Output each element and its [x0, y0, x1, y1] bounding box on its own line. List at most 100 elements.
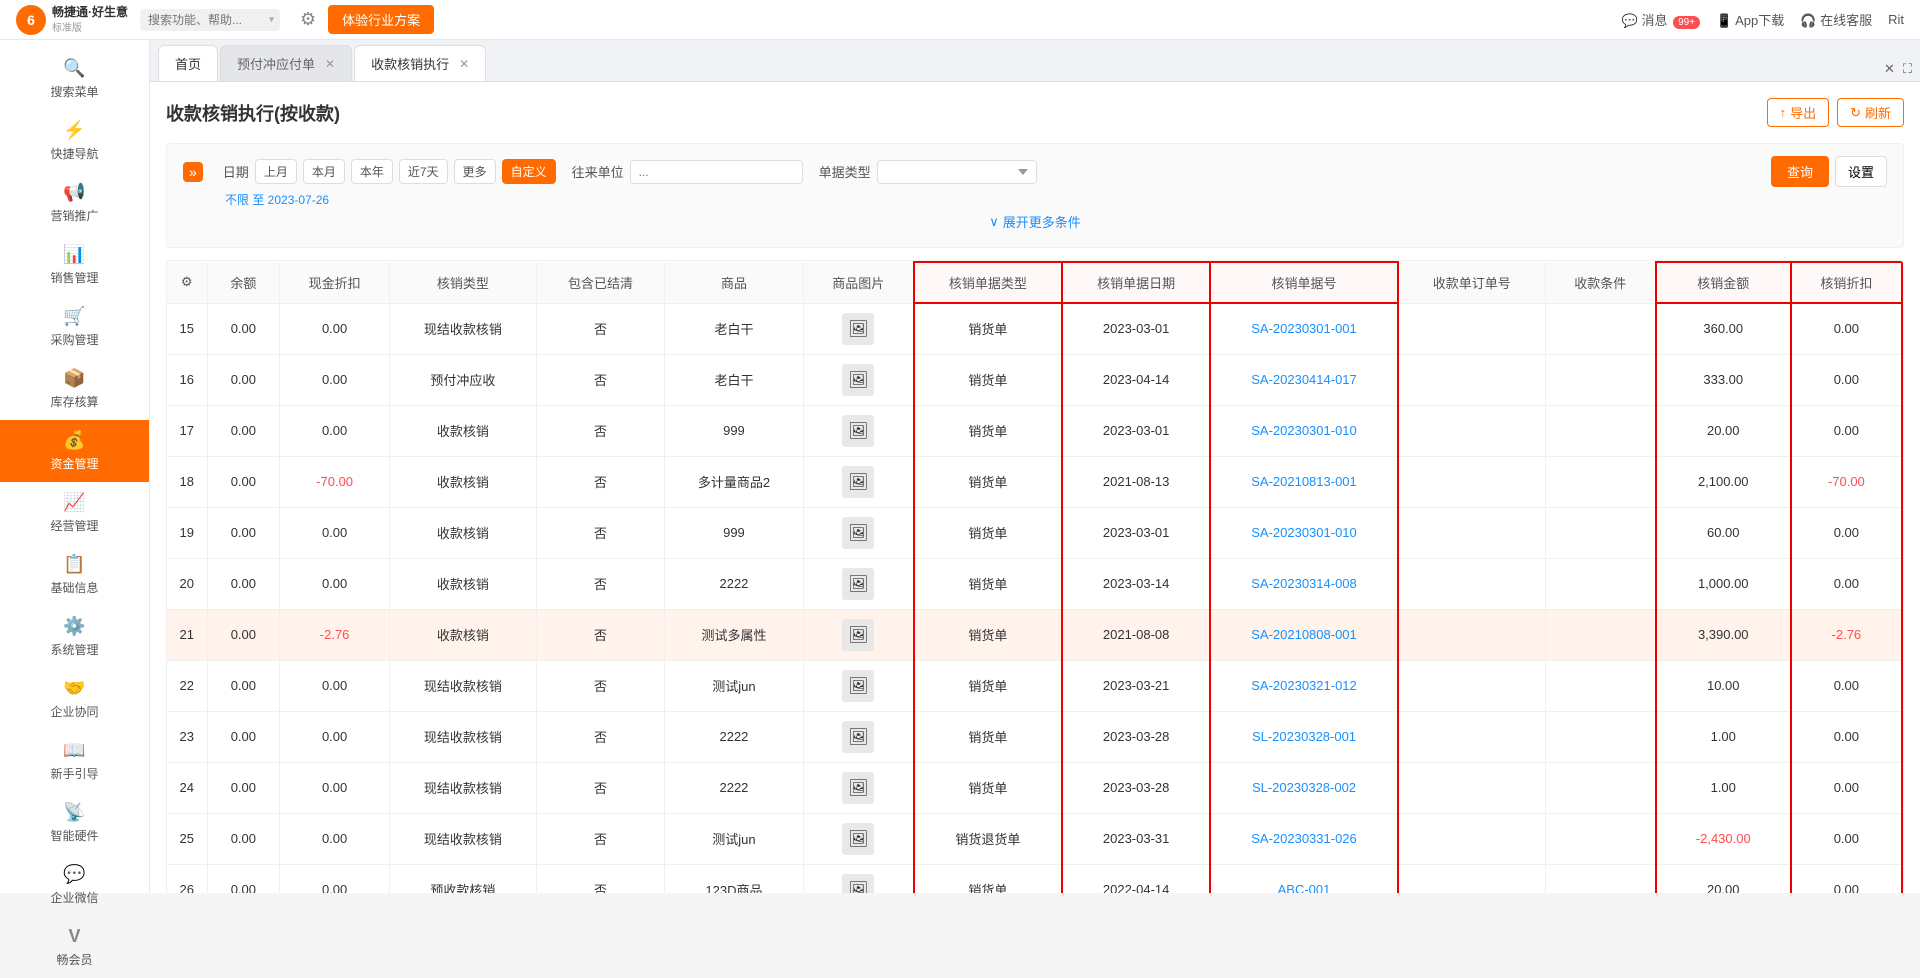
user-item[interactable]: Rit: [1888, 12, 1904, 27]
table-row: 25 0.00 0.00 现结收款核销 否 测试jun 🖼 销货退货单 2023…: [167, 813, 1902, 864]
bill-no-link[interactable]: SA-20230301-010: [1251, 525, 1357, 540]
th-bill-type[interactable]: 核销单据类型: [914, 262, 1062, 303]
sidebar-item-wechat[interactable]: 💬 企业微信: [0, 854, 149, 916]
bill-no-link[interactable]: ABC-001: [1278, 882, 1331, 893]
row-bill-no[interactable]: SA-20230414-017: [1210, 354, 1397, 405]
filter-action-btns: 查询 设置: [1771, 156, 1887, 187]
table-settings-icon[interactable]: ⚙: [181, 274, 193, 289]
row-verify-type: 现结收款核销: [390, 762, 537, 813]
base-icon: 📋: [63, 554, 85, 575]
row-bill-no[interactable]: SL-20230328-002: [1210, 762, 1397, 813]
sidebar-item-search[interactable]: 🔍 搜索菜单: [0, 48, 149, 110]
th-bill-date[interactable]: 核销单据日期: [1062, 262, 1210, 303]
top-search-input[interactable]: [140, 9, 280, 31]
expand-more-btn[interactable]: ∨ 展开更多条件: [989, 212, 1081, 231]
export-btn[interactable]: ↑ 导出: [1767, 98, 1830, 127]
sidebar-item-guide[interactable]: 📖 新手引导: [0, 730, 149, 792]
sidebar-item-operation[interactable]: 📈 经营管理: [0, 482, 149, 544]
tab-prepay[interactable]: 预付冲应付单 ✕: [220, 45, 352, 81]
date-btn-last-month[interactable]: 上月: [255, 159, 297, 184]
app-download-item[interactable]: 📱 App下载: [1716, 10, 1784, 29]
row-condition: [1545, 456, 1655, 507]
message-item[interactable]: 💬 消息 99+: [1622, 10, 1700, 29]
bill-no-link[interactable]: SA-20210813-001: [1251, 474, 1357, 489]
sidebar-item-inventory[interactable]: 📦 库存核算: [0, 358, 149, 420]
bill-no-link[interactable]: SA-20230301-001: [1251, 321, 1357, 336]
app-icon: 📱: [1716, 13, 1732, 28]
industry-btn[interactable]: 体验行业方案: [328, 5, 434, 34]
bill-no-link[interactable]: SL-20230328-001: [1252, 729, 1356, 744]
query-btn[interactable]: 查询: [1771, 156, 1829, 187]
bill-no-link[interactable]: SA-20230414-017: [1251, 372, 1357, 387]
bill-no-link[interactable]: SA-20230314-008: [1251, 576, 1357, 591]
row-bill-no[interactable]: SA-20230301-010: [1210, 405, 1397, 456]
th-discount[interactable]: 核销折扣: [1791, 262, 1902, 303]
th-bill-no[interactable]: 核销单据号: [1210, 262, 1397, 303]
sidebar-item-sales[interactable]: 📊 销售管理: [0, 234, 149, 296]
top-bar-left: 6 畅捷通·好生意 标准版 ▾ ⚙ 体验行业方案: [16, 5, 434, 35]
message-icon: 💬: [1622, 13, 1638, 28]
sidebar-item-collab[interactable]: 🤝 企业协同: [0, 668, 149, 730]
tab-expand-icon[interactable]: ⛶: [1903, 61, 1912, 77]
sidebar-item-shortcut[interactable]: ⚡ 快捷导航: [0, 110, 149, 172]
row-no: 22: [167, 660, 207, 711]
logo: 6 畅捷通·好生意 标准版: [16, 5, 128, 35]
row-no: 16: [167, 354, 207, 405]
bill-no-link[interactable]: SA-20210808-001: [1251, 627, 1357, 642]
tab-prepay-close-icon[interactable]: ✕: [325, 57, 335, 71]
row-goods: 123D商品: [665, 864, 804, 893]
table-row: 22 0.00 0.00 现结收款核销 否 测试jun 🖼 销货单 2023-0…: [167, 660, 1902, 711]
row-verify-type: 现结收款核销: [390, 813, 537, 864]
th-amount[interactable]: 核销金额: [1656, 262, 1791, 303]
setting-btn[interactable]: 设置: [1835, 156, 1887, 187]
app-download-label: App下载: [1735, 13, 1784, 28]
row-bill-no[interactable]: ABC-001: [1210, 864, 1397, 893]
sidebar-item-base[interactable]: 📋 基础信息: [0, 544, 149, 606]
tab-current-close-icon[interactable]: ✕: [459, 57, 469, 71]
bill-no-link[interactable]: SA-20230331-026: [1251, 831, 1357, 846]
row-no: 25: [167, 813, 207, 864]
partner-input[interactable]: [630, 160, 803, 184]
refresh-btn[interactable]: ↻ 刷新: [1837, 98, 1904, 127]
sidebar-item-vip[interactable]: V 畅会员: [0, 916, 149, 978]
row-order-no: [1398, 456, 1546, 507]
bill-no-link[interactable]: SL-20230328-002: [1252, 780, 1356, 795]
date-btn-this-year[interactable]: 本年: [351, 159, 393, 184]
bill-no-link[interactable]: SA-20230301-010: [1251, 423, 1357, 438]
row-cash-discount: 0.00: [280, 558, 390, 609]
row-order-no: [1398, 354, 1546, 405]
row-bill-no[interactable]: SA-20230331-026: [1210, 813, 1397, 864]
sidebar-item-purchase[interactable]: 🛒 采购管理: [0, 296, 149, 358]
row-included: 否: [536, 762, 664, 813]
sidebar-item-system[interactable]: ⚙️ 系统管理: [0, 606, 149, 668]
row-bill-no[interactable]: SA-20230314-008: [1210, 558, 1397, 609]
tab-home[interactable]: 首页: [158, 45, 218, 81]
date-btn-custom[interactable]: 自定义: [502, 159, 556, 184]
row-bill-no[interactable]: SA-20210813-001: [1210, 456, 1397, 507]
table-row: 16 0.00 0.00 预付冲应收 否 老白干 🖼 销货单 2023-04-1…: [167, 354, 1902, 405]
date-btn-more[interactable]: 更多: [454, 159, 496, 184]
sidebar-item-marketing[interactable]: 📢 营销推广: [0, 172, 149, 234]
sidebar-item-finance[interactable]: 💰 资金管理: [0, 420, 149, 482]
row-bill-no[interactable]: SA-20230301-010: [1210, 507, 1397, 558]
tab-current[interactable]: 收款核销执行 ✕: [354, 45, 486, 81]
tab-close-icon[interactable]: ✕: [1884, 61, 1895, 77]
bill-type-select[interactable]: [877, 160, 1037, 184]
row-bill-no[interactable]: SA-20230321-012: [1210, 660, 1397, 711]
row-bill-no[interactable]: SA-20210808-001: [1210, 609, 1397, 660]
date-btn-this-month[interactable]: 本月: [303, 159, 345, 184]
row-bill-no[interactable]: SL-20230328-001: [1210, 711, 1397, 762]
row-order-no: [1398, 558, 1546, 609]
sidebar-label-sales: 销售管理: [50, 269, 98, 286]
sidebar-item-hardware[interactable]: 📡 智能硬件: [0, 792, 149, 854]
th-settings: ⚙: [167, 262, 207, 303]
bill-no-link[interactable]: SA-20230321-012: [1251, 678, 1357, 693]
filter-expand-btn[interactable]: »: [183, 162, 203, 182]
sidebar-label-hardware: 智能硬件: [50, 827, 98, 844]
row-bill-no[interactable]: SA-20230301-001: [1210, 303, 1397, 354]
row-verify-type: 收款核销: [390, 558, 537, 609]
online-service-item[interactable]: 🎧 在线客服: [1800, 10, 1872, 29]
row-included: 否: [536, 354, 664, 405]
settings-icon[interactable]: ⚙: [300, 9, 316, 30]
date-btn-7days[interactable]: 近7天: [399, 159, 448, 184]
